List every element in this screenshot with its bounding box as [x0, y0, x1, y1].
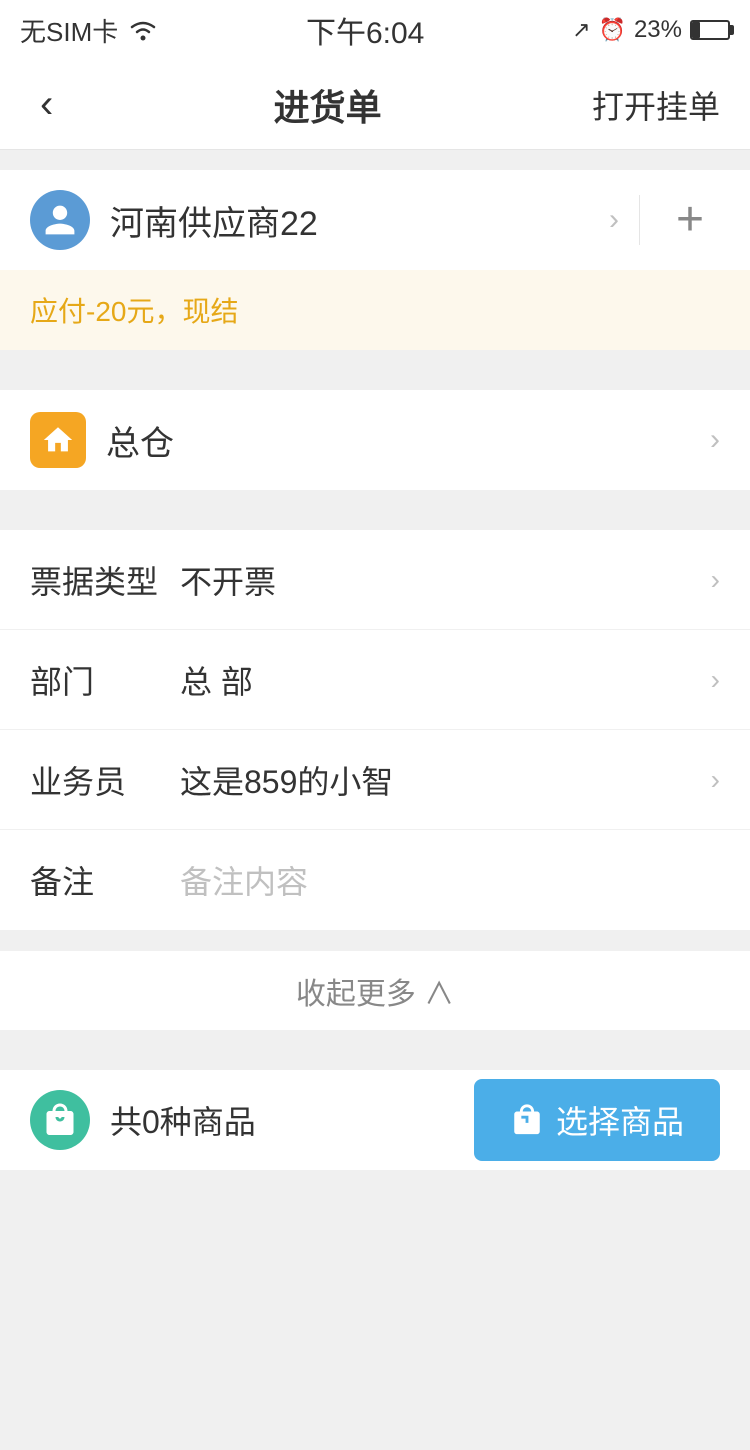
- wifi-icon: [128, 19, 158, 41]
- select-product-icon: [510, 1103, 544, 1137]
- product-count-label: 共0种商品: [110, 1097, 474, 1143]
- invoice-type-row[interactable]: 票据类型 不开票 ›: [0, 530, 750, 630]
- back-button[interactable]: ‹: [30, 72, 63, 137]
- salesperson-row[interactable]: 业务员 这是859的小智 ›: [0, 730, 750, 830]
- bottom-bar: 共0种商品 选择商品: [0, 1070, 750, 1170]
- battery-icon: [690, 20, 730, 40]
- section-gap-1: [0, 150, 750, 170]
- salesperson-label: 业务员: [30, 757, 170, 803]
- plus-icon: +: [676, 196, 704, 244]
- collapse-section[interactable]: 收起更多 ∧: [0, 950, 750, 1030]
- nav-bar: ‹ 进货单 打开挂单: [0, 60, 750, 150]
- supplier-chevron-icon: ›: [609, 203, 619, 237]
- collapse-label: 收起更多 ∧: [296, 969, 454, 1013]
- supplier-section: 河南供应商22 › +: [0, 170, 750, 270]
- supplier-row[interactable]: 河南供应商22 ›: [30, 170, 619, 270]
- remark-value: 备注内容: [170, 857, 720, 903]
- invoice-type-label: 票据类型: [30, 557, 170, 603]
- select-product-button[interactable]: 选择商品: [474, 1079, 720, 1161]
- section-gap-4: [0, 1030, 750, 1050]
- status-bar: 无SIM卡 下午6:04 ↗ ⏰ 23%: [0, 0, 750, 60]
- battery-percent: 23%: [634, 16, 682, 44]
- remark-label: 备注: [30, 857, 170, 903]
- invoice-type-value: 不开票: [170, 557, 711, 603]
- form-section: 票据类型 不开票 › 部门 总 部 › 业务员 这是859的小智 › 备注 备注…: [0, 530, 750, 930]
- warehouse-section: 总仓 ›: [0, 390, 750, 490]
- product-icon-bg: [30, 1090, 90, 1150]
- salesperson-chevron-icon: ›: [711, 764, 720, 796]
- select-product-label: 选择商品: [556, 1097, 684, 1143]
- department-label: 部门: [30, 657, 170, 703]
- supplier-avatar: [30, 190, 90, 250]
- location-icon: ↗: [572, 17, 590, 43]
- department-chevron-icon: ›: [711, 664, 720, 696]
- open-pending-button[interactable]: 打开挂单: [592, 82, 720, 128]
- section-gap-2: [0, 350, 750, 370]
- warehouse-icon-bg: [30, 412, 86, 468]
- invoice-type-chevron-icon: ›: [711, 564, 720, 596]
- salesperson-value: 这是859的小智: [170, 757, 711, 803]
- remark-row[interactable]: 备注 备注内容: [0, 830, 750, 930]
- notice-banner: 应付-20元，现结: [0, 270, 750, 350]
- supplier-name: 河南供应商22: [110, 196, 609, 245]
- status-bar-time: 下午6:04: [306, 8, 424, 52]
- section-gap-3: [0, 490, 750, 510]
- add-supplier-button[interactable]: +: [660, 190, 720, 250]
- department-value: 总 部: [170, 657, 711, 703]
- status-bar-left: 无SIM卡: [20, 12, 158, 49]
- person-icon: [42, 202, 78, 238]
- department-row[interactable]: 部门 总 部 ›: [0, 630, 750, 730]
- notice-text: 应付-20元，现结: [30, 296, 238, 327]
- warehouse-name: 总仓: [106, 416, 710, 465]
- supplier-divider: [639, 195, 640, 245]
- shopping-bag-icon: [42, 1102, 78, 1138]
- warehouse-row[interactable]: 总仓 ›: [30, 390, 720, 490]
- alarm-icon: ⏰: [599, 17, 626, 43]
- status-bar-right: ↗ ⏰ 23%: [572, 16, 730, 44]
- page-title: 进货单: [274, 79, 382, 131]
- page-background: [0, 1170, 750, 1450]
- carrier-label: 无SIM卡: [20, 12, 118, 49]
- warehouse-chevron-icon: ›: [710, 423, 720, 457]
- home-icon: [41, 423, 75, 457]
